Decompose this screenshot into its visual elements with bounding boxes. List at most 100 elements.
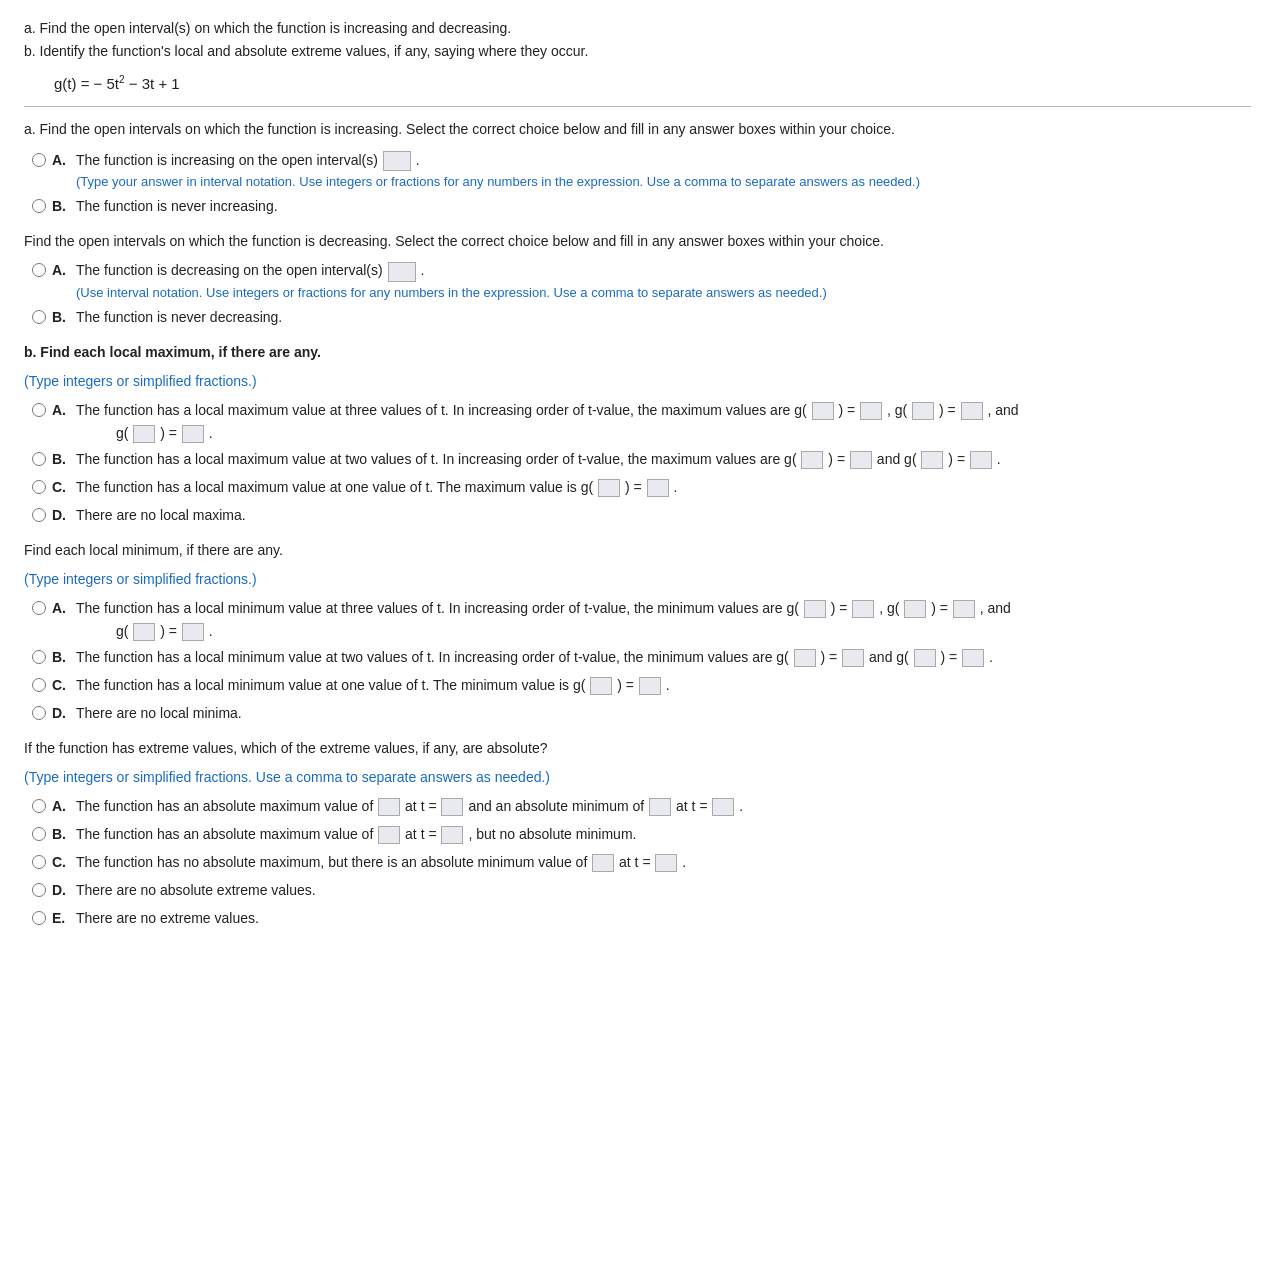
option-local-min-b-content: The function has a local minimum value a… bbox=[76, 647, 1251, 668]
option-group-local-min: A. The function has a local minimum valu… bbox=[24, 598, 1251, 726]
radio-abs-b[interactable] bbox=[32, 827, 46, 841]
option-increasing-b-label: B. bbox=[52, 196, 70, 217]
option-abs-e-label: E. bbox=[52, 908, 70, 929]
increasing-interval-input[interactable] bbox=[383, 151, 411, 171]
lmin-a-t1-input[interactable] bbox=[804, 600, 826, 618]
lmin-a-t2-input[interactable] bbox=[904, 600, 926, 618]
abs-b-max-t-input[interactable] bbox=[441, 826, 463, 844]
lmax-a-third: g( ) = . bbox=[116, 423, 1251, 444]
radio-local-max-c[interactable] bbox=[32, 480, 46, 494]
local-max-fractions-note: (Type integers or simplified fractions.) bbox=[24, 371, 1251, 392]
lmin-a-v1-input[interactable] bbox=[852, 600, 874, 618]
option-local-min-a-row: A. The function has a local minimum valu… bbox=[24, 598, 1251, 642]
local-min-fractions-note: (Type integers or simplified fractions.) bbox=[24, 569, 1251, 590]
radio-local-min-d[interactable] bbox=[32, 706, 46, 720]
option-local-max-d-row: D. There are no local maxima. bbox=[24, 505, 1251, 528]
option-local-min-d-row: D. There are no local minima. bbox=[24, 703, 1251, 726]
option-increasing-b-row: B. The function is never increasing. bbox=[24, 196, 1251, 219]
lmin-c-v1-input[interactable] bbox=[639, 677, 661, 695]
radio-decreasing-b[interactable] bbox=[32, 310, 46, 324]
radio-local-min-b[interactable] bbox=[32, 650, 46, 664]
option-local-max-c-label: C. bbox=[52, 477, 70, 498]
lmax-c-v1-input[interactable] bbox=[647, 479, 669, 497]
option-local-min-c-label: C. bbox=[52, 675, 70, 696]
option-local-min-b-row: B. The function has a local minimum valu… bbox=[24, 647, 1251, 670]
abs-c-min-t-input[interactable] bbox=[655, 854, 677, 872]
lmax-b-t2-input[interactable] bbox=[921, 451, 943, 469]
lmax-a-t3-input[interactable] bbox=[133, 425, 155, 443]
lmax-b-t1-input[interactable] bbox=[801, 451, 823, 469]
option-abs-b-row: B. The function has an absolute maximum … bbox=[24, 824, 1251, 847]
abs-min-val-input[interactable] bbox=[649, 798, 671, 816]
option-local-max-c-row: C. The function has a local maximum valu… bbox=[24, 477, 1251, 500]
decreasing-interval-input[interactable] bbox=[388, 262, 416, 282]
option-local-max-c-content: The function has a local maximum value a… bbox=[76, 477, 1251, 498]
top-instructions: a. Find the open interval(s) on which th… bbox=[24, 18, 1251, 62]
lmax-a-t2-input[interactable] bbox=[912, 402, 934, 420]
option-local-min-a-content: The function has a local minimum value a… bbox=[76, 598, 1251, 642]
lmax-a-v2-input[interactable] bbox=[961, 402, 983, 420]
radio-increasing-b[interactable] bbox=[32, 199, 46, 213]
radio-abs-c[interactable] bbox=[32, 855, 46, 869]
lmax-a-v3-input[interactable] bbox=[182, 425, 204, 443]
lmin-b-t1-input[interactable] bbox=[794, 649, 816, 667]
option-abs-a-label: A. bbox=[52, 796, 70, 817]
option-abs-c-label: C. bbox=[52, 852, 70, 873]
option-group-absolute: A. The function has an absolute maximum … bbox=[24, 796, 1251, 931]
lmin-c-t1-input[interactable] bbox=[590, 677, 612, 695]
lmax-b-v2-input[interactable] bbox=[970, 451, 992, 469]
radio-abs-a[interactable] bbox=[32, 799, 46, 813]
lmin-b-v2-input[interactable] bbox=[962, 649, 984, 667]
option-abs-a-row: A. The function has an absolute maximum … bbox=[24, 796, 1251, 819]
lmax-b-v1-input[interactable] bbox=[850, 451, 872, 469]
radio-local-max-d[interactable] bbox=[32, 508, 46, 522]
option-abs-e-row: E. There are no extreme values. bbox=[24, 908, 1251, 931]
option-abs-b-label: B. bbox=[52, 824, 70, 845]
section-b-local-max-label: b. Find each local maximum, if there are… bbox=[24, 342, 1251, 363]
option-decreasing-a-content: The function is decreasing on the open i… bbox=[76, 260, 1251, 302]
section-c-question: If the function has extreme values, whic… bbox=[24, 738, 1251, 759]
option-abs-d-row: D. There are no absolute extreme values. bbox=[24, 880, 1251, 903]
lmin-b-v1-input[interactable] bbox=[842, 649, 864, 667]
lmin-a-v3-input[interactable] bbox=[182, 623, 204, 641]
lmax-a-t1-input[interactable] bbox=[812, 402, 834, 420]
option-local-max-b-label: B. bbox=[52, 449, 70, 470]
lmin-a-t3-input[interactable] bbox=[133, 623, 155, 641]
radio-decreasing-a[interactable] bbox=[32, 263, 46, 277]
option-decreasing-b-label: B. bbox=[52, 307, 70, 328]
abs-max-val-input[interactable] bbox=[378, 798, 400, 816]
abs-b-max-val-input[interactable] bbox=[378, 826, 400, 844]
option-local-min-a-label: A. bbox=[52, 598, 70, 619]
option-local-max-a-label: A. bbox=[52, 400, 70, 421]
option-abs-d-label: D. bbox=[52, 880, 70, 901]
abs-min-t-input[interactable] bbox=[712, 798, 734, 816]
radio-abs-e[interactable] bbox=[32, 911, 46, 925]
radio-abs-d[interactable] bbox=[32, 883, 46, 897]
option-local-min-b-label: B. bbox=[52, 647, 70, 668]
abs-c-min-val-input[interactable] bbox=[592, 854, 614, 872]
option-local-max-d-content: There are no local maxima. bbox=[76, 505, 1251, 526]
option-group-local-max: A. The function has a local maximum valu… bbox=[24, 400, 1251, 528]
decreasing-hint: (Use interval notation. Use integers or … bbox=[76, 283, 1251, 303]
lmin-b-t2-input[interactable] bbox=[914, 649, 936, 667]
radio-local-min-a[interactable] bbox=[32, 601, 46, 615]
abs-max-t-input[interactable] bbox=[441, 798, 463, 816]
option-abs-e-content: There are no extreme values. bbox=[76, 908, 1251, 929]
lmax-a-v1-input[interactable] bbox=[860, 402, 882, 420]
option-group-increasing: A. The function is increasing on the ope… bbox=[24, 150, 1251, 220]
option-local-min-c-content: The function has a local minimum value a… bbox=[76, 675, 1251, 696]
option-local-min-c-row: C. The function has a local minimum valu… bbox=[24, 675, 1251, 698]
radio-local-max-b[interactable] bbox=[32, 452, 46, 466]
option-local-max-b-row: B. The function has a local maximum valu… bbox=[24, 449, 1251, 472]
section-a-decreasing-question: Find the open intervals on which the fun… bbox=[24, 231, 1251, 252]
lmax-c-t1-input[interactable] bbox=[598, 479, 620, 497]
option-increasing-a-row: A. The function is increasing on the ope… bbox=[24, 150, 1251, 192]
lmin-a-third: g( ) = . bbox=[116, 621, 1251, 642]
radio-local-max-a[interactable] bbox=[32, 403, 46, 417]
option-increasing-b-content: The function is never increasing. bbox=[76, 196, 1251, 217]
option-abs-c-row: C. The function has no absolute maximum,… bbox=[24, 852, 1251, 875]
lmin-a-v2-input[interactable] bbox=[953, 600, 975, 618]
radio-increasing-a[interactable] bbox=[32, 153, 46, 167]
radio-local-min-c[interactable] bbox=[32, 678, 46, 692]
option-local-min-d-content: There are no local minima. bbox=[76, 703, 1251, 724]
